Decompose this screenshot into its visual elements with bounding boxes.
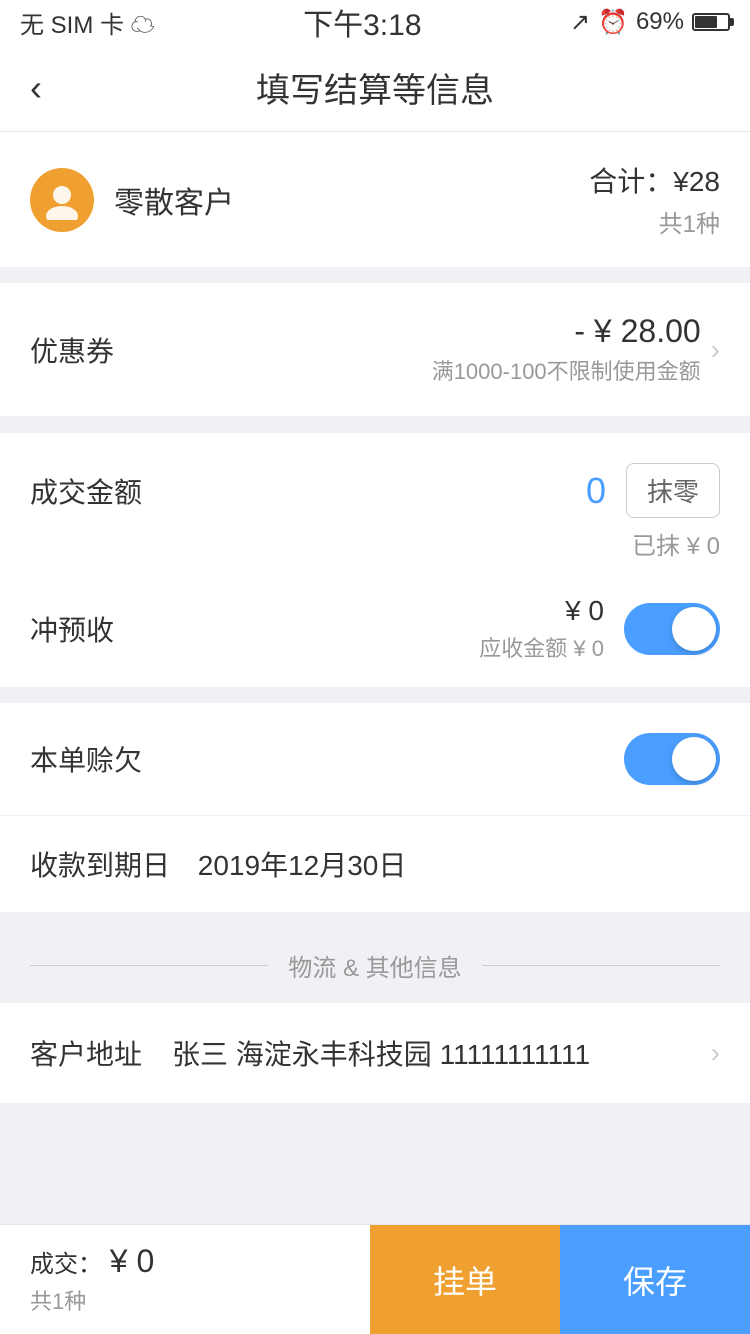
toggle-knob — [672, 607, 716, 651]
status-bar: 无 SIM 卡 ☁ 下午3:18 ↗ ⏰ 69% — [0, 0, 750, 44]
due-date-row: 收款到期日 2019年12月30日 — [0, 815, 750, 912]
address-label: 客户地址 — [30, 1033, 142, 1073]
coupon-right: - ¥ 28.00 满1000-100不限制使用金额 › — [432, 313, 720, 386]
nav-bar: ‹ 填写结算等信息 — [0, 44, 750, 132]
address-chevron-icon: › — [711, 1037, 720, 1069]
hold-button[interactable]: 挂单 — [370, 1225, 560, 1334]
prepay-right: ¥ 0 应收金额 ¥ 0 — [479, 595, 720, 663]
prepay-main-amount: ¥ 0 — [479, 595, 604, 627]
save-button[interactable]: 保存 — [560, 1225, 750, 1334]
coupon-desc: 满1000-100不限制使用金额 — [432, 354, 701, 386]
deal-value: 0 — [586, 470, 606, 512]
prepay-label: 冲预收 — [30, 609, 114, 649]
customer-right: 合计：¥28 共1种 — [589, 160, 720, 239]
deal-row-top: 成交金额 0 抹零 — [30, 463, 720, 518]
sim-label: 无 SIM 卡 ☁ — [20, 5, 155, 40]
bottom-buttons: 挂单 保存 — [370, 1225, 750, 1334]
prepay-sub-amount: 应收金额 ¥ 0 — [479, 631, 604, 663]
alarm-icon: ⏰ — [598, 8, 628, 37]
status-left: 无 SIM 卡 ☁ — [20, 5, 155, 40]
battery-icon — [692, 13, 730, 31]
bottom-count: 共1种 — [30, 1284, 340, 1316]
location-icon: ↗ — [570, 8, 590, 37]
header-line-right — [482, 965, 720, 966]
due-date-value: 2019年12月30日 — [198, 850, 407, 881]
round-zero-button[interactable]: 抹零 — [626, 463, 720, 518]
logistics-section-header: 物流 & 其他信息 — [0, 928, 750, 1003]
coupon-amount: - ¥ 28.00 — [432, 313, 701, 350]
back-button[interactable]: ‹ — [30, 67, 42, 109]
coupon-card: 优惠券 - ¥ 28.00 满1000-100不限制使用金额 › — [0, 283, 750, 417]
deal-sub: 已抹 ¥ 0 — [30, 526, 720, 561]
bottom-deal-line: 成交： ¥ 0 — [30, 1243, 340, 1280]
bottom-deal-amount: ¥ 0 — [110, 1243, 154, 1279]
debt-toggle[interactable] — [624, 733, 720, 785]
customer-row: 零散客户 合计：¥28 共1种 — [0, 132, 750, 267]
deal-amount-label: 成交金额 — [30, 471, 142, 511]
coupon-row[interactable]: 优惠券 - ¥ 28.00 满1000-100不限制使用金额 › — [0, 283, 750, 417]
bottom-info: 成交： ¥ 0 共1种 — [0, 1243, 370, 1316]
total-amount: 合计：¥28 — [589, 160, 720, 200]
content-area: 零散客户 合计：¥28 共1种 优惠券 - ¥ 28.00 满1000-100不… — [0, 132, 750, 1239]
status-time: 下午3:18 — [303, 0, 421, 44]
battery-percent: 69% — [636, 8, 684, 36]
deal-amount-row: 成交金额 0 抹零 已抹 ¥ 0 — [0, 433, 750, 571]
coupon-label: 优惠券 — [30, 330, 114, 370]
deal-amount-card: 成交金额 0 抹零 已抹 ¥ 0 冲预收 ¥ 0 应收金额 ¥ 0 — [0, 433, 750, 687]
customer-left: 零散客户 — [30, 168, 234, 232]
address-row[interactable]: 客户地址 张三 海淀永丰科技园 11111111111 › — [0, 1003, 750, 1103]
debt-label: 本单赊欠 — [30, 739, 142, 779]
customer-avatar — [30, 168, 94, 232]
deal-right: 0 抹零 — [586, 463, 720, 518]
header-line-left — [30, 965, 268, 966]
due-date-label: 收款到期日 — [30, 850, 170, 881]
chevron-right-icon: › — [711, 334, 720, 366]
debt-card: 本单赊欠 收款到期日 2019年12月30日 — [0, 703, 750, 912]
debt-toggle-knob — [672, 737, 716, 781]
avatar-icon — [42, 180, 82, 220]
debt-row: 本单赊欠 — [0, 703, 750, 815]
status-right: ↗ ⏰ 69% — [570, 8, 730, 37]
total-count: 共1种 — [589, 204, 720, 239]
address-value: 张三 海淀永丰科技园 11111111111 — [172, 1033, 711, 1073]
coupon-info: - ¥ 28.00 满1000-100不限制使用金额 — [432, 313, 701, 386]
battery-fill — [695, 16, 717, 28]
bottom-bar: 成交： ¥ 0 共1种 挂单 保存 — [0, 1224, 750, 1334]
prepay-amounts: ¥ 0 应收金额 ¥ 0 — [479, 595, 604, 663]
address-card: 客户地址 张三 海淀永丰科技园 11111111111 › — [0, 1003, 750, 1103]
section-header-text: 物流 & 其他信息 — [268, 948, 481, 983]
prepay-toggle[interactable] — [624, 603, 720, 655]
prepay-row: 冲预收 ¥ 0 应收金额 ¥ 0 — [0, 571, 750, 687]
bottom-deal-label: 成交： — [30, 1251, 102, 1278]
page-title: 填写结算等信息 — [256, 63, 494, 112]
customer-name: 零散客户 — [114, 178, 234, 222]
